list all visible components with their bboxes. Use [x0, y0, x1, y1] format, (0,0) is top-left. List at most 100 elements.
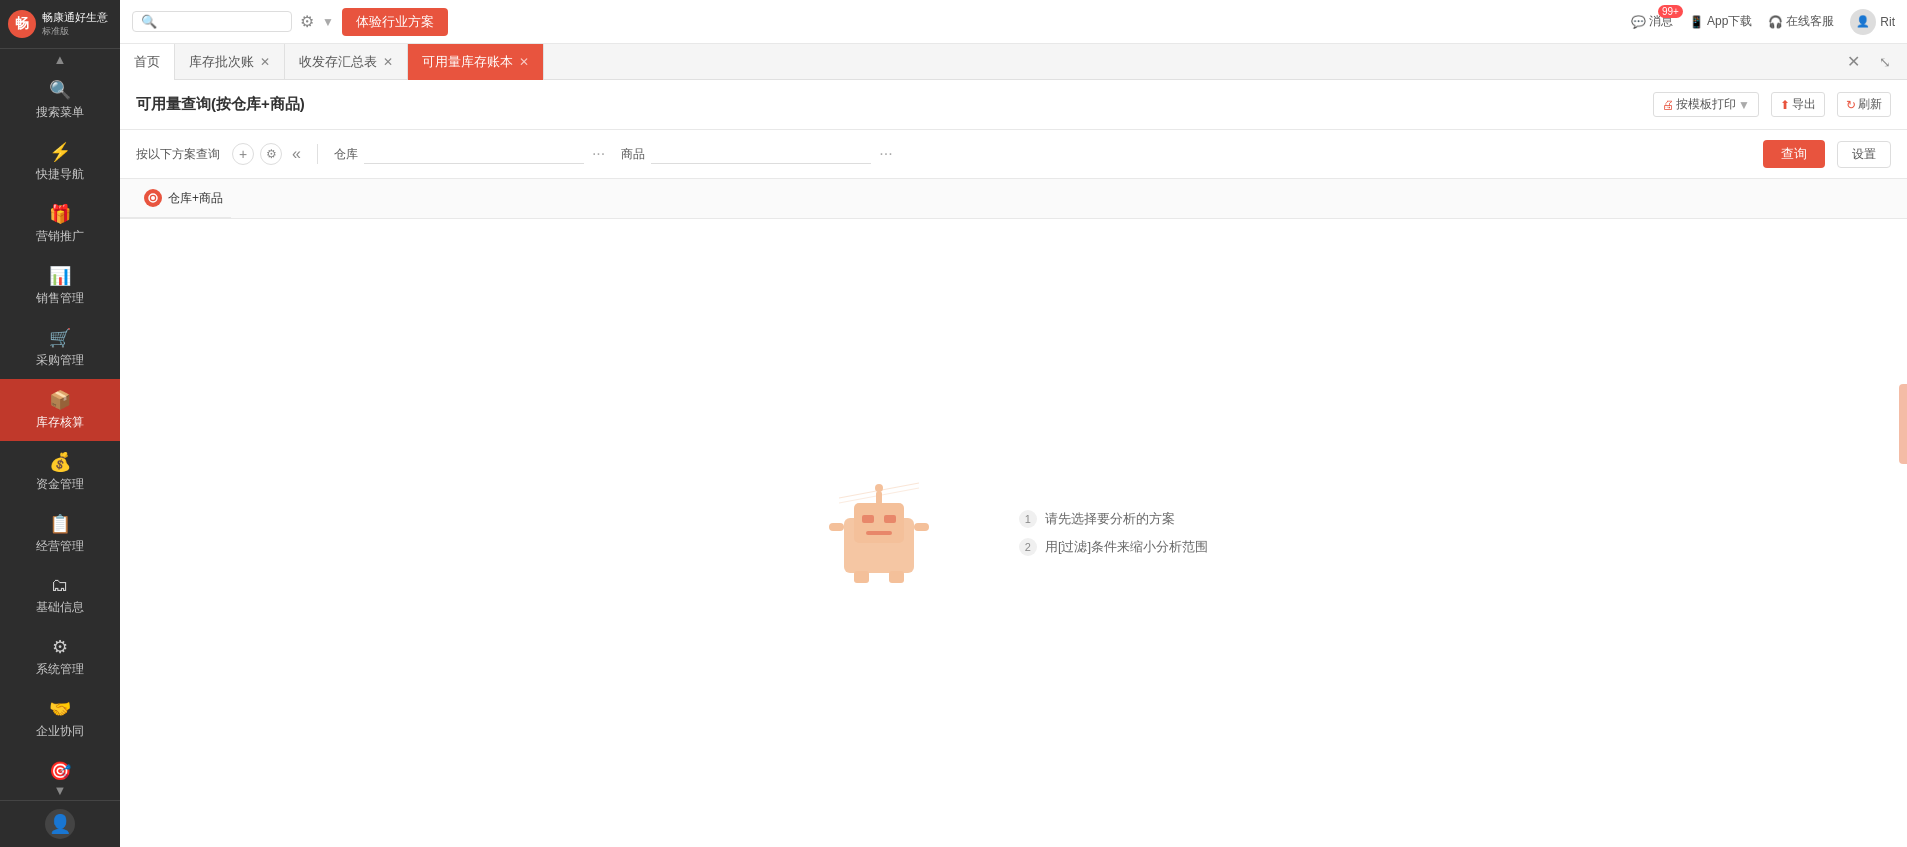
- right-scrollbar[interactable]: [1899, 384, 1907, 464]
- empty-tip-2: 2 用[过滤]条件来缩小分析范围: [1019, 538, 1208, 556]
- scheme-settings-button[interactable]: ⚙: [260, 143, 282, 165]
- tab-home[interactable]: 首页: [120, 44, 175, 80]
- sidebar-item-search[interactable]: 🔍 搜索菜单: [0, 69, 120, 131]
- collapse-icon[interactable]: «: [292, 145, 301, 163]
- sidebar-scroll-up[interactable]: ▲: [0, 49, 120, 69]
- product-more-icon[interactable]: ···: [879, 145, 892, 163]
- filter-row: 按以下方案查询 + ⚙ « 仓库 ··· 商品 ···: [136, 140, 1891, 168]
- page-header: 可用量查询(按仓库+商品) 🖨 按模板打印 ▼ ⬆ 导出 ↻ 刷新: [120, 80, 1907, 130]
- product-label: 商品: [621, 146, 645, 163]
- sidebar-item-shortcut[interactable]: ⚡ 快捷导航: [0, 131, 120, 193]
- tabbar-expand-button[interactable]: ⤡: [1871, 48, 1899, 76]
- gear-icon[interactable]: ⚙: [300, 12, 314, 31]
- tab-home-label: 首页: [134, 53, 160, 71]
- tab-summary[interactable]: 收发存汇总表 ✕: [285, 44, 408, 80]
- sidebar-item-label: 库存核算: [36, 414, 84, 431]
- sidebar-item-label: 采购管理: [36, 352, 84, 369]
- sidebar-item-system[interactable]: ⚙ 系统管理: [0, 626, 120, 688]
- sidebar-item-label: 搜索菜单: [36, 104, 84, 121]
- marketing-icon: 🎁: [49, 203, 71, 225]
- finance-icon: 💰: [49, 451, 71, 473]
- filter-divider: [317, 144, 318, 164]
- sidebar-item-label: 销售管理: [36, 290, 84, 307]
- print-template-button[interactable]: 🖨 按模板打印 ▼: [1653, 92, 1759, 117]
- sidebar-item-inventory[interactable]: 📦 库存核算: [0, 379, 120, 441]
- tab-available-label: 可用量库存账本: [422, 53, 513, 71]
- service-label: 在线客服: [1786, 13, 1834, 30]
- query-button[interactable]: 查询: [1763, 140, 1825, 168]
- tabbar-actions: ✕ ⤡: [1831, 48, 1907, 76]
- tab-available-close-icon[interactable]: ✕: [519, 55, 529, 69]
- add-scheme-button[interactable]: +: [232, 143, 254, 165]
- sidebar-item-basic[interactable]: 🗂 基础信息: [0, 565, 120, 626]
- sidebar-item-marketing[interactable]: 🎁 营销推广: [0, 193, 120, 255]
- export-icon: ⬆: [1780, 98, 1790, 112]
- sidebar-item-enterprise[interactable]: 🤝 企业协同: [0, 688, 120, 750]
- scheme-item-warehouse-product[interactable]: 仓库+商品: [136, 185, 231, 211]
- topbar-search-box: 🔍: [132, 11, 292, 32]
- filter-field-warehouse: 仓库 ···: [334, 145, 605, 164]
- warehouse-label: 仓库: [334, 146, 358, 163]
- svg-rect-8: [889, 571, 904, 583]
- tab-batch-close-icon[interactable]: ✕: [260, 55, 270, 69]
- newbie-icon: 🎯: [49, 760, 71, 780]
- online-service-button[interactable]: 🎧 在线客服: [1768, 13, 1834, 30]
- export-button[interactable]: ⬆ 导出: [1771, 92, 1825, 117]
- sidebar-item-label: 营销推广: [36, 228, 84, 245]
- empty-content: 1 请先选择要分析的方案 2 用[过滤]条件来缩小分析范围: [819, 473, 1208, 593]
- filter-label: 按以下方案查询: [136, 146, 220, 163]
- tip-text-2: 用[过滤]条件来缩小分析范围: [1045, 538, 1208, 556]
- message-icon: 💬: [1631, 15, 1646, 29]
- scheme-list-area: 仓库+商品: [120, 179, 1907, 219]
- tab-batch[interactable]: 库存批次账 ✕: [175, 44, 285, 80]
- page-content: 可用量查询(按仓库+商品) 🖨 按模板打印 ▼ ⬆ 导出 ↻ 刷新: [120, 80, 1907, 847]
- app-icon: 📱: [1689, 15, 1704, 29]
- product-input[interactable]: [651, 145, 871, 164]
- sidebar-bottom-icon[interactable]: 👤: [45, 809, 75, 839]
- warehouse-input[interactable]: [364, 145, 584, 164]
- tabbar: 首页 库存批次账 ✕ 收发存汇总表 ✕ 可用量库存账本 ✕ ✕ ⤡: [120, 44, 1907, 80]
- tab-summary-close-icon[interactable]: ✕: [383, 55, 393, 69]
- inventory-icon: 📦: [49, 389, 71, 411]
- svg-rect-3: [854, 503, 904, 543]
- sidebar-item-finance[interactable]: 💰 资金管理: [0, 441, 120, 503]
- sidebar-logo: 畅 畅康通好生意 标准版: [8, 10, 112, 38]
- print-label: 按模板打印: [1676, 96, 1736, 113]
- warehouse-more-icon[interactable]: ···: [592, 145, 605, 163]
- sidebar-scroll-down[interactable]: ▼: [0, 780, 120, 800]
- tabbar-close-button[interactable]: ✕: [1839, 48, 1867, 76]
- tab-available[interactable]: 可用量库存账本 ✕: [408, 44, 544, 80]
- scheme-list: 仓库+商品: [120, 179, 231, 218]
- sidebar: 畅 畅康通好生意 标准版 ▲ 🔍 搜索菜单 ⚡ 快捷导航 🎁 营销推广 📊 销售…: [0, 0, 120, 847]
- sidebar-item-operations[interactable]: 📋 经营管理: [0, 503, 120, 565]
- trial-industry-button[interactable]: 体验行业方案: [342, 8, 448, 36]
- tip-num-2: 2: [1019, 538, 1037, 556]
- tab-batch-label: 库存批次账: [189, 53, 254, 71]
- sidebar-scroll: 🔍 搜索菜单 ⚡ 快捷导航 🎁 营销推广 📊 销售管理 🛒 采购管理 📦 库存核…: [0, 69, 120, 780]
- sidebar-item-newbie[interactable]: 🎯 新手引导: [0, 750, 120, 780]
- set-button[interactable]: 设置: [1837, 141, 1891, 168]
- empty-tips: 1 请先选择要分析的方案 2 用[过滤]条件来缩小分析范围: [1019, 510, 1208, 556]
- print-dropdown-icon: ▼: [1738, 98, 1750, 112]
- service-icon: 🎧: [1768, 15, 1783, 29]
- svg-rect-9: [829, 523, 844, 531]
- filter-field-product: 商品 ···: [621, 145, 892, 164]
- search-input[interactable]: [161, 15, 283, 29]
- scheme-item-label: 仓库+商品: [168, 190, 223, 207]
- refresh-button[interactable]: ↻ 刷新: [1837, 92, 1891, 117]
- sidebar-item-purchase[interactable]: 🛒 采购管理: [0, 317, 120, 379]
- filter-area: 按以下方案查询 + ⚙ « 仓库 ··· 商品 ···: [120, 130, 1907, 179]
- tab-summary-label: 收发存汇总表: [299, 53, 377, 71]
- message-button[interactable]: 💬 消息 99+: [1631, 13, 1673, 30]
- refresh-label: 刷新: [1858, 96, 1882, 113]
- sidebar-item-sales[interactable]: 📊 销售管理: [0, 255, 120, 317]
- message-badge: 99+: [1658, 5, 1683, 18]
- sales-icon: 📊: [49, 265, 71, 287]
- refresh-icon: ↻: [1846, 98, 1856, 112]
- main: 🔍 ⚙ ▼ 体验行业方案 💬 消息 99+ 📱 App下载 🎧 在线客服 👤 R: [120, 0, 1907, 847]
- tip-text-1: 请先选择要分析的方案: [1045, 510, 1175, 528]
- svg-rect-4: [862, 515, 874, 523]
- user-profile[interactable]: 👤 Rit: [1850, 9, 1895, 35]
- sidebar-item-label: 经营管理: [36, 538, 84, 555]
- app-download-button[interactable]: 📱 App下载: [1689, 13, 1752, 30]
